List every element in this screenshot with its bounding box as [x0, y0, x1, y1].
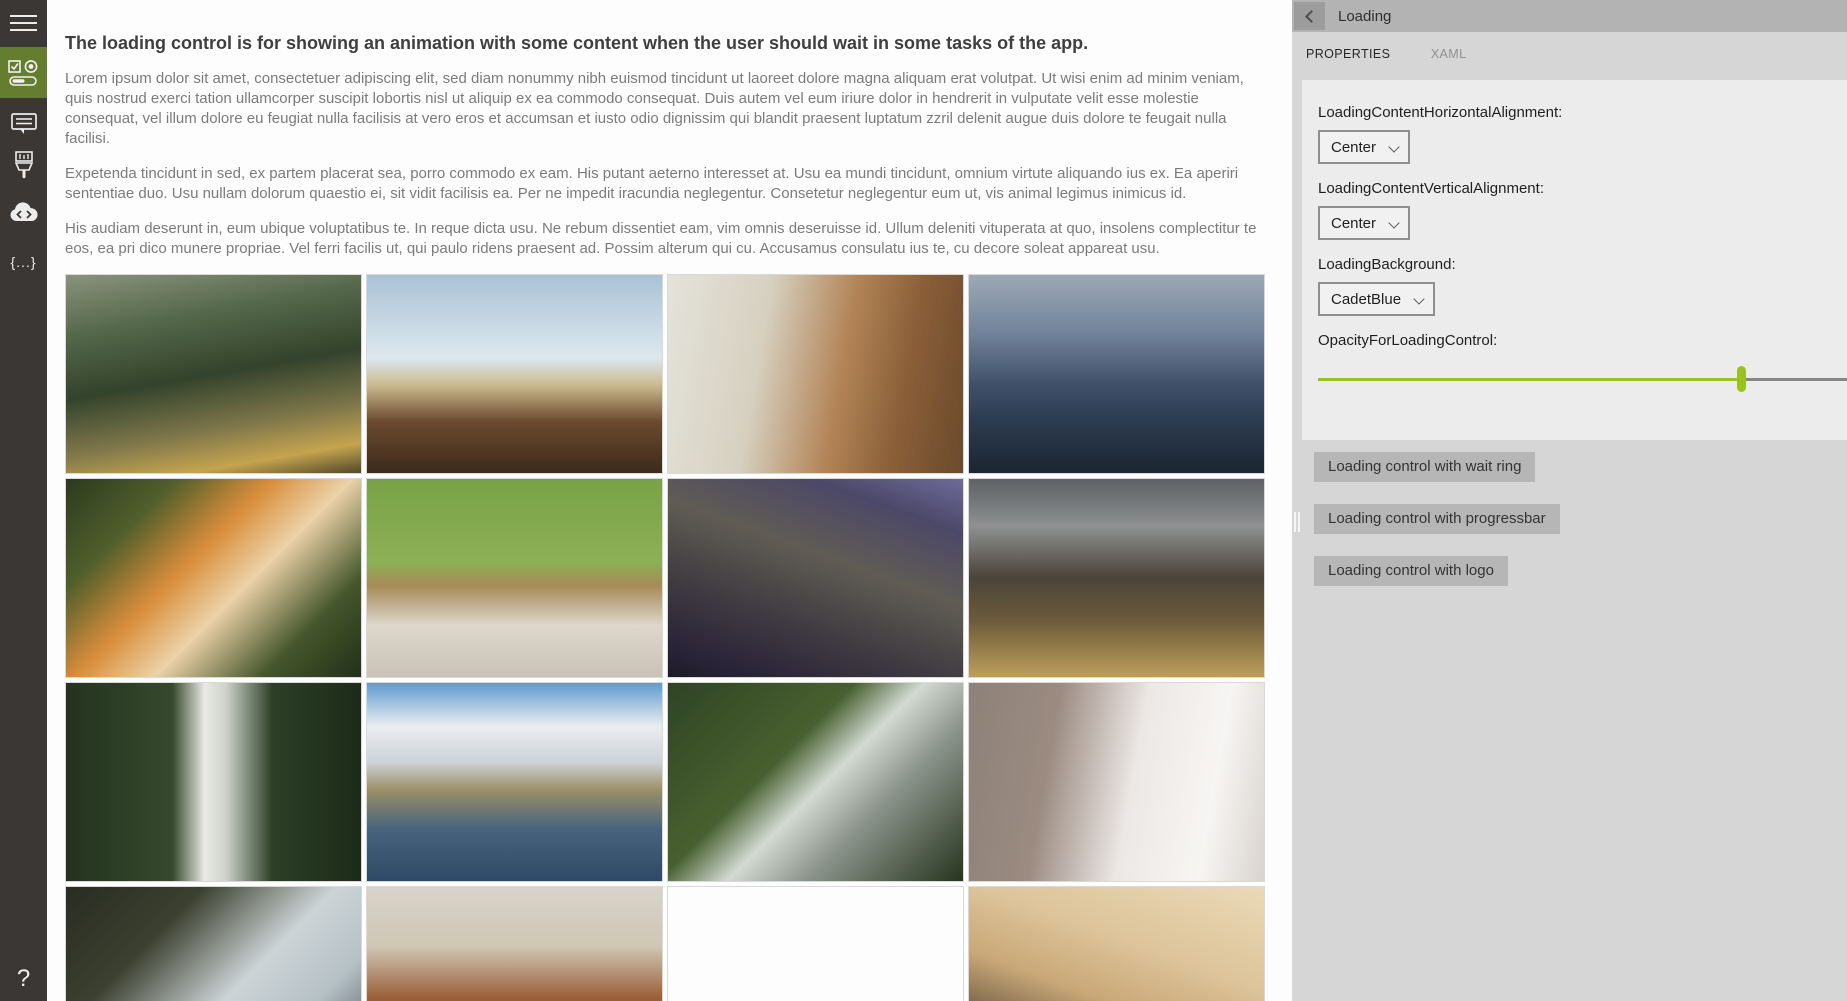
slider-fill — [1318, 378, 1742, 381]
sample-description-heading: The loading control is for showing an an… — [65, 33, 1089, 53]
sidebar: {...} ? — [0, 0, 47, 1001]
sample-action-buttons: Loading control with wait ring Loading c… — [1314, 452, 1560, 608]
photo-tile — [667, 682, 964, 882]
lorem-paragraph-3: His audiam deserunt in, eum ubique volup… — [65, 220, 1257, 257]
photo-tile — [667, 274, 964, 474]
panel-splitter-grip[interactable] — [1294, 512, 1300, 532]
sample-content-area: The loading control is for showing an an… — [47, 0, 1292, 1001]
panel-header: Loading — [1292, 0, 1847, 32]
combobox-value: Center — [1331, 138, 1377, 156]
properties-card: LoadingContentHorizontalAlignment: Cente… — [1302, 80, 1847, 440]
photo-tile — [366, 886, 663, 1001]
photo-grid — [65, 274, 1265, 1001]
horizontal-alignment-combobox[interactable]: Center — [1318, 130, 1411, 164]
paintbrush-icon — [12, 151, 36, 185]
property-label-horizontal-alignment: LoadingContentHorizontalAlignment: — [1318, 104, 1563, 121]
photo-tile — [366, 274, 663, 474]
panel-tabs: PROPERTIES XAML — [1292, 32, 1847, 63]
vertical-alignment-combobox[interactable]: Center — [1318, 206, 1411, 240]
panel-title: Loading — [1338, 7, 1392, 25]
sidebar-item-json[interactable]: {...} — [0, 246, 47, 278]
sidebar-item-developer[interactable] — [0, 196, 47, 230]
photo-tile — [65, 682, 362, 882]
hamburger-icon — [10, 15, 37, 31]
combobox-value: Center — [1331, 214, 1377, 232]
sidebar-item-notifications[interactable] — [0, 107, 47, 143]
opacity-slider[interactable] — [1318, 364, 1847, 394]
photo-tile — [968, 274, 1265, 474]
chevron-down-icon — [1389, 142, 1399, 152]
property-label-opacity: OpacityForLoadingControl: — [1318, 332, 1498, 349]
comment-icon — [10, 113, 37, 137]
wait-ring-button[interactable]: Loading control with wait ring — [1314, 452, 1536, 482]
combobox-value: CadetBlue — [1331, 290, 1402, 308]
cloud-code-icon — [8, 201, 40, 225]
lorem-paragraph-2: Expetenda tincidunt in sed, ex partem pl… — [65, 165, 1239, 202]
tab-properties[interactable]: PROPERTIES — [1306, 47, 1390, 61]
help-button[interactable]: ? — [0, 961, 47, 997]
hamburger-menu-button[interactable] — [0, 10, 47, 36]
photo-tile — [968, 682, 1265, 882]
property-label-loading-background: LoadingBackground: — [1318, 256, 1456, 273]
progressbar-button[interactable]: Loading control with progressbar — [1314, 504, 1560, 534]
sidebar-item-controls[interactable] — [0, 47, 47, 98]
photo-tile — [65, 886, 362, 1001]
back-button[interactable] — [1294, 2, 1325, 30]
property-label-vertical-alignment: LoadingContentVerticalAlignment: — [1318, 180, 1544, 197]
controls-icon — [7, 59, 40, 86]
photo-tile — [667, 886, 964, 1001]
loading-background-combobox[interactable]: CadetBlue — [1318, 282, 1436, 316]
slider-thumb[interactable] — [1737, 366, 1747, 392]
photo-tile — [65, 274, 362, 474]
braces-icon: {...} — [10, 254, 37, 270]
sidebar-item-theme[interactable] — [0, 148, 47, 188]
logo-button[interactable]: Loading control with logo — [1314, 556, 1508, 586]
tab-xaml[interactable]: XAML — [1431, 47, 1467, 61]
photo-tile — [366, 682, 663, 882]
properties-panel: Loading PROPERTIES XAML LoadingContentHo… — [1292, 0, 1847, 1001]
question-mark-icon: ? — [16, 965, 31, 992]
photo-tile — [65, 478, 362, 678]
photo-tile — [366, 478, 663, 678]
chevron-left-icon — [1304, 9, 1318, 23]
chevron-down-icon — [1414, 294, 1424, 304]
lorem-paragraph-1: Lorem ipsum dolor sit amet, consectetuer… — [65, 70, 1244, 147]
photo-tile — [968, 886, 1265, 1001]
photo-tile — [667, 478, 964, 678]
chevron-down-icon — [1389, 218, 1399, 228]
photo-tile — [968, 478, 1265, 678]
